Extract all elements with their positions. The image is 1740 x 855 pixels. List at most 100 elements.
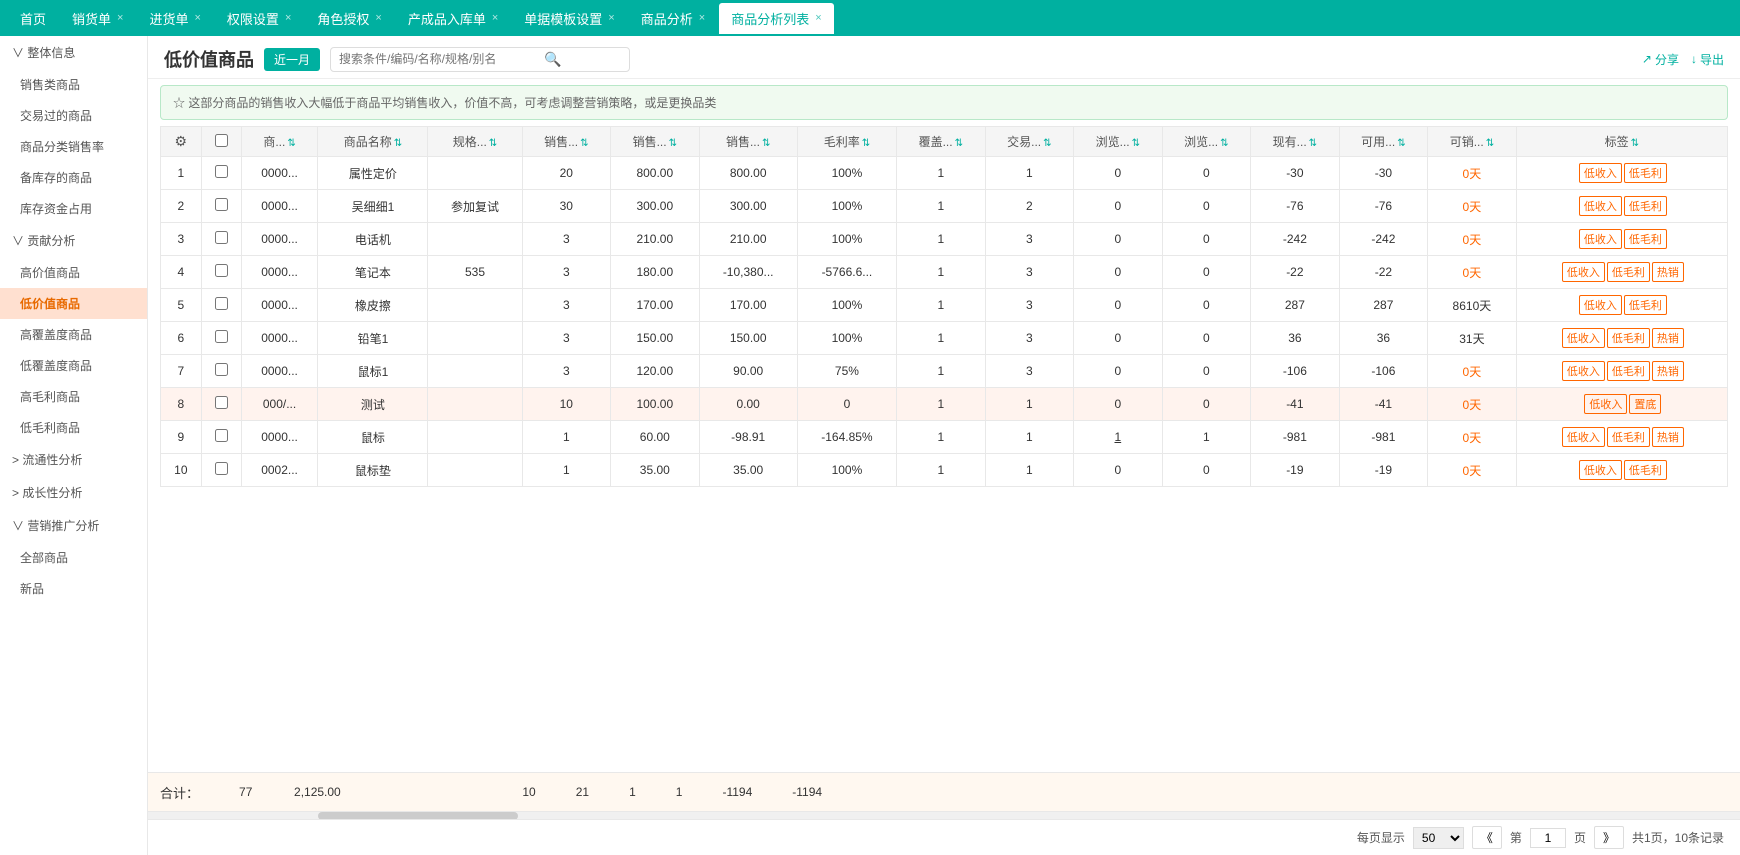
cell-checkbox[interactable] [201,223,241,256]
nav-close-inventory[interactable]: × [492,12,498,24]
sidebar-item-category-sales[interactable]: 商品分类销售率 [0,131,147,162]
row-checkbox[interactable] [215,396,228,409]
cell-checkbox[interactable] [201,256,241,289]
nav-close-product-analysis[interactable]: × [699,12,705,24]
browse-link[interactable]: 1 [1114,430,1121,444]
row-checkbox[interactable] [215,462,228,475]
row-checkbox[interactable] [215,297,228,310]
cell-checkbox[interactable] [201,190,241,223]
col-settings[interactable]: ⚙ [161,127,202,157]
page-number-input[interactable] [1530,828,1566,848]
nav-product-analysis-list[interactable]: 商品分析列表 × [719,3,833,34]
col-browse1[interactable]: 浏览...⇅ [1074,127,1163,157]
sidebar-group-growth[interactable]: > 成长性分析 [0,476,147,509]
nav-product-analysis[interactable]: 商品分析 × [629,3,717,34]
col-stock[interactable]: 现有...⇅ [1251,127,1340,157]
sidebar-item-traded-products[interactable]: 交易过的商品 [0,100,147,131]
sidebar-item-low-coverage[interactable]: 低覆盖度商品 [0,350,147,381]
sidebar-item-sales-products[interactable]: 销售类商品 [0,69,147,100]
col-cover[interactable]: 覆盖...⇅ [897,127,986,157]
per-page-select[interactable]: 50 100 200 [1413,827,1464,849]
cell-browse1[interactable]: 0 [1074,190,1163,223]
sidebar-item-high-coverage[interactable]: 高覆盖度商品 [0,319,147,350]
sidebar-group-overall[interactable]: ∨ 整体信息 [0,36,147,69]
col-q1[interactable]: 销售...⇅ [522,127,611,157]
row-checkbox[interactable] [215,330,228,343]
nav-sales[interactable]: 销货单 × [60,3,135,34]
sidebar-item-stock-products[interactable]: 备库存的商品 [0,162,147,193]
cell-code: 0000... [241,355,318,388]
cell-checkbox[interactable] [201,322,241,355]
cell-checkbox[interactable] [201,157,241,190]
row-checkbox[interactable] [215,231,228,244]
sidebar-item-high-margin[interactable]: 高毛利商品 [0,381,147,412]
search-icon[interactable]: 🔍 [544,51,561,68]
tag-badge: 热销 [1652,361,1684,381]
col-days[interactable]: 可销...⇅ [1428,127,1517,157]
row-checkbox[interactable] [215,264,228,277]
time-filter-button[interactable]: 近一月 [264,48,320,71]
last-page-button[interactable]: 》 [1594,826,1624,849]
sidebar-group-marketing[interactable]: ∨ 营销推广分析 [0,509,147,542]
cell-browse1[interactable]: 0 [1074,289,1163,322]
settings-icon[interactable]: ⚙ [175,133,188,149]
row-checkbox[interactable] [215,429,228,442]
nav-close-permissions[interactable]: × [285,12,291,24]
select-all-checkbox[interactable] [215,134,228,147]
col-sale2[interactable]: 销售...⇅ [699,127,797,157]
sidebar-item-low-value[interactable]: 低价值商品 [0,288,147,319]
cell-checkbox[interactable] [201,289,241,322]
export-button[interactable]: ↓ 导出 [1691,51,1724,68]
nav-templates[interactable]: 单据模板设置 × [512,3,626,34]
col-browse2[interactable]: 浏览...⇅ [1162,127,1251,157]
row-checkbox[interactable] [215,363,228,376]
nav-home[interactable]: 首页 [8,3,58,34]
col-tags[interactable]: 标签⇅ [1516,127,1727,157]
cell-browse1[interactable]: 1 [1074,421,1163,454]
search-input[interactable] [339,52,539,66]
cell-trade: 1 [985,388,1074,421]
col-checkbox[interactable] [201,127,241,157]
share-button[interactable]: ↗ 分享 [1642,51,1679,68]
nav-close-sales[interactable]: × [117,12,123,24]
sidebar-item-all-products[interactable]: 全部商品 [0,542,147,573]
cell-browse1[interactable]: 0 [1074,355,1163,388]
nav-close-templates[interactable]: × [608,12,614,24]
horizontal-scrollbar[interactable] [148,811,1740,819]
sidebar-item-inventory-capital[interactable]: 库存资金占用 [0,193,147,224]
row-checkbox[interactable] [215,165,228,178]
cell-browse1[interactable]: 0 [1074,322,1163,355]
first-page-button[interactable]: 《 [1472,826,1502,849]
sidebar-group-contribution[interactable]: ∨ 贡献分析 [0,224,147,257]
nav-close-roles[interactable]: × [375,12,381,24]
row-checkbox[interactable] [215,198,228,211]
col-name[interactable]: 商品名称⇅ [318,127,428,157]
cell-browse1[interactable]: 0 [1074,223,1163,256]
cell-browse1[interactable]: 0 [1074,388,1163,421]
sidebar-group-flow[interactable]: > 流通性分析 [0,443,147,476]
cell-checkbox[interactable] [201,421,241,454]
sidebar-item-high-value[interactable]: 高价值商品 [0,257,147,288]
col-trade[interactable]: 交易...⇅ [985,127,1074,157]
nav-purchase[interactable]: 进货单 × [137,3,212,34]
browse-value: 0 [1114,166,1121,180]
nav-roles[interactable]: 角色授权 × [305,3,393,34]
nav-close-purchase[interactable]: × [194,12,200,24]
cell-browse1[interactable]: 0 [1074,157,1163,190]
nav-inventory[interactable]: 产成品入库单 × [396,3,510,34]
cell-browse1[interactable]: 0 [1074,454,1163,487]
cell-checkbox[interactable] [201,355,241,388]
nav-permissions[interactable]: 权限设置 × [215,3,303,34]
sidebar-item-new-products[interactable]: 新品 [0,573,147,604]
col-spec[interactable]: 规格...⇅ [428,127,522,157]
col-avail[interactable]: 可用...⇅ [1339,127,1428,157]
col-code[interactable]: 商...⇅ [241,127,318,157]
cell-checkbox[interactable] [201,454,241,487]
tag-badge: 低毛利 [1624,229,1667,249]
col-sale1[interactable]: 销售...⇅ [611,127,700,157]
col-gross[interactable]: 毛利率⇅ [797,127,896,157]
cell-checkbox[interactable] [201,388,241,421]
nav-close-product-analysis-list[interactable]: × [815,12,821,24]
cell-browse1[interactable]: 0 [1074,256,1163,289]
sidebar-item-low-margin[interactable]: 低毛利商品 [0,412,147,443]
